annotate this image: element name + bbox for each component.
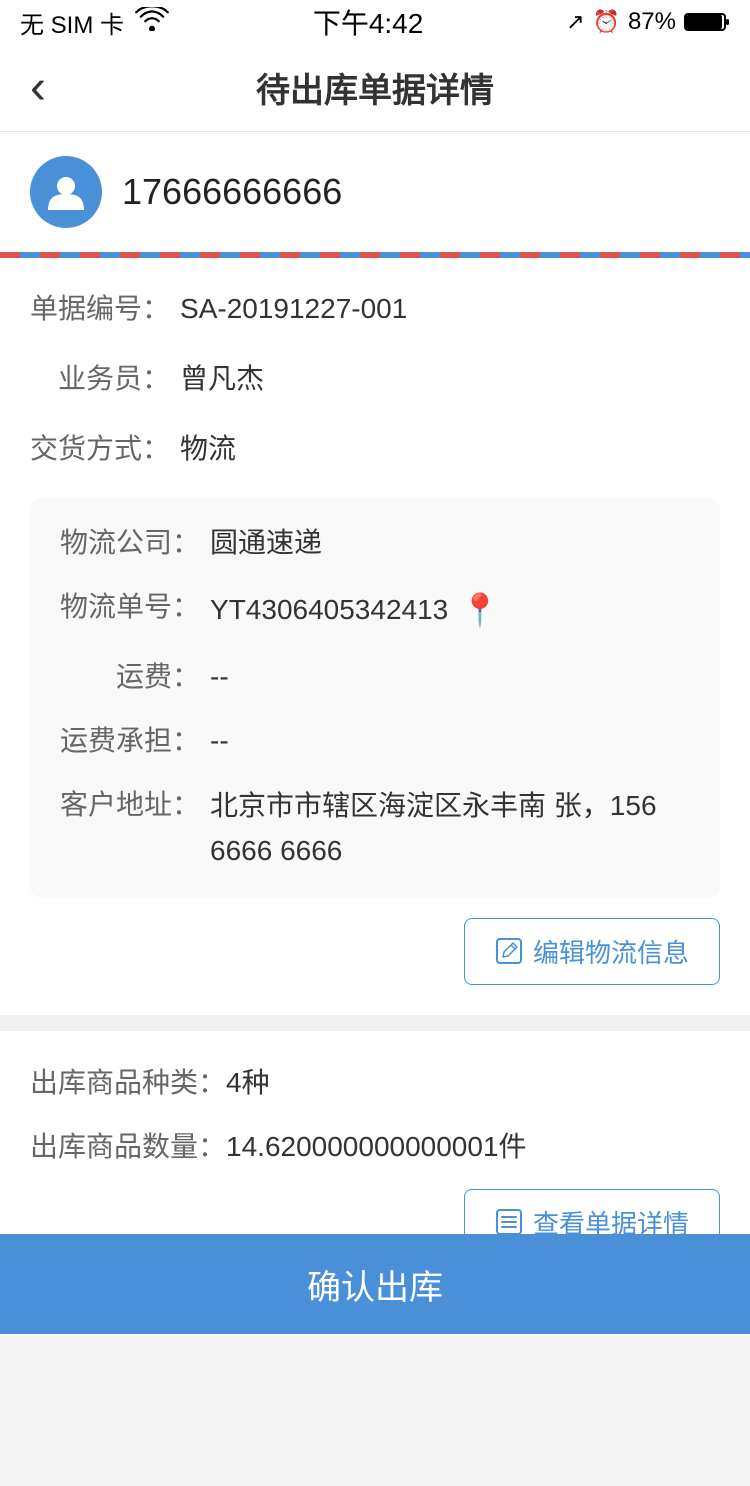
edit-logistics-label: 编辑物流信息 [533, 933, 689, 970]
list-icon [495, 1208, 523, 1236]
agent-label: 业务员： [30, 358, 170, 400]
goods-quantity-label: 出库商品数量： [30, 1125, 226, 1165]
customer-phone: 17666666666 [122, 171, 342, 213]
edit-icon [495, 937, 523, 965]
wifi-icon [134, 7, 170, 38]
freight-bearer-label: 运费承担： [60, 720, 200, 762]
delivery-method-row: 交货方式： 物流 [30, 428, 720, 470]
confirm-btn-text: 确认出库 [307, 1260, 443, 1309]
goods-quantity-value: 14.620000000000001件 [226, 1125, 527, 1165]
document-no-row: 单据编号： SA-20191227-001 [30, 288, 720, 330]
status-left: 无 SIM 卡 [20, 5, 170, 40]
gps-icon: ↗ [566, 9, 584, 35]
document-no-label: 单据编号： [30, 288, 170, 330]
freight-bearer-value: -- [200, 720, 690, 762]
logistics-company-row: 物流公司： 圆通速递 [60, 522, 690, 564]
confirm-btn-bar[interactable]: 确认出库 [0, 1234, 750, 1334]
basic-info-section: 单据编号： SA-20191227-001 业务员： 曾凡杰 交货方式： 物流 … [0, 258, 750, 1015]
address-value: 北京市市辖区海淀区永丰南 张，156 6666 6666 [200, 784, 690, 874]
battery-text: 87% [628, 8, 676, 36]
delivery-method-label: 交货方式： [30, 428, 170, 470]
freight-row: 运费： -- [60, 656, 690, 698]
tracking-no-label: 物流单号： [60, 586, 200, 628]
tracking-no-value: YT4306405342413 📍 [200, 586, 690, 634]
tracking-no-row: 物流单号： YT4306405342413 📍 [60, 586, 690, 634]
freight-bearer-row: 运费承担： -- [60, 720, 690, 762]
agent-row: 业务员： 曾凡杰 [30, 358, 720, 400]
back-button[interactable]: ‹ [30, 60, 90, 115]
freight-label: 运费： [60, 656, 200, 698]
nav-bar: ‹ 待出库单据详情 [0, 44, 750, 132]
status-bar: 无 SIM 卡 下午4:42 ↗ ⏰ 87% [0, 0, 750, 44]
gray-divider [0, 1015, 750, 1031]
edit-btn-container: 编辑物流信息 [30, 918, 720, 985]
customer-avatar [30, 156, 102, 228]
logistics-company-value: 圆通速递 [200, 522, 690, 564]
edit-logistics-button[interactable]: 编辑物流信息 [464, 918, 720, 985]
delivery-method-value: 物流 [170, 428, 720, 470]
location-pin-icon[interactable]: 📍 [460, 586, 500, 634]
carrier-text: 无 SIM 卡 [20, 5, 124, 40]
address-row: 客户地址： 北京市市辖区海淀区永丰南 张，156 6666 6666 [60, 784, 690, 874]
address-label: 客户地址： [60, 784, 200, 826]
logistics-card: 物流公司： 圆通速递 物流单号： YT4306405342413 📍 运费： -… [30, 498, 720, 898]
page-title: 待出库单据详情 [256, 63, 494, 112]
status-right: ↗ ⏰ 87% [566, 8, 730, 36]
tracking-no-text: YT4306405342413 [210, 589, 448, 631]
goods-types-label: 出库商品种类： [30, 1061, 226, 1101]
person-icon [44, 170, 88, 214]
goods-types-value: 4种 [226, 1061, 270, 1101]
battery-icon [684, 11, 730, 33]
goods-types-row: 出库商品种类： 4种 [30, 1061, 720, 1101]
agent-value: 曾凡杰 [170, 358, 720, 400]
logistics-company-label: 物流公司： [60, 522, 200, 564]
customer-header: 17666666666 [0, 132, 750, 252]
freight-value: -- [200, 656, 690, 698]
document-no-value: SA-20191227-001 [170, 288, 720, 330]
status-time: 下午4:42 [313, 2, 424, 42]
goods-quantity-row: 出库商品数量： 14.620000000000001件 [30, 1125, 720, 1165]
alarm-icon: ⏰ [593, 9, 620, 35]
